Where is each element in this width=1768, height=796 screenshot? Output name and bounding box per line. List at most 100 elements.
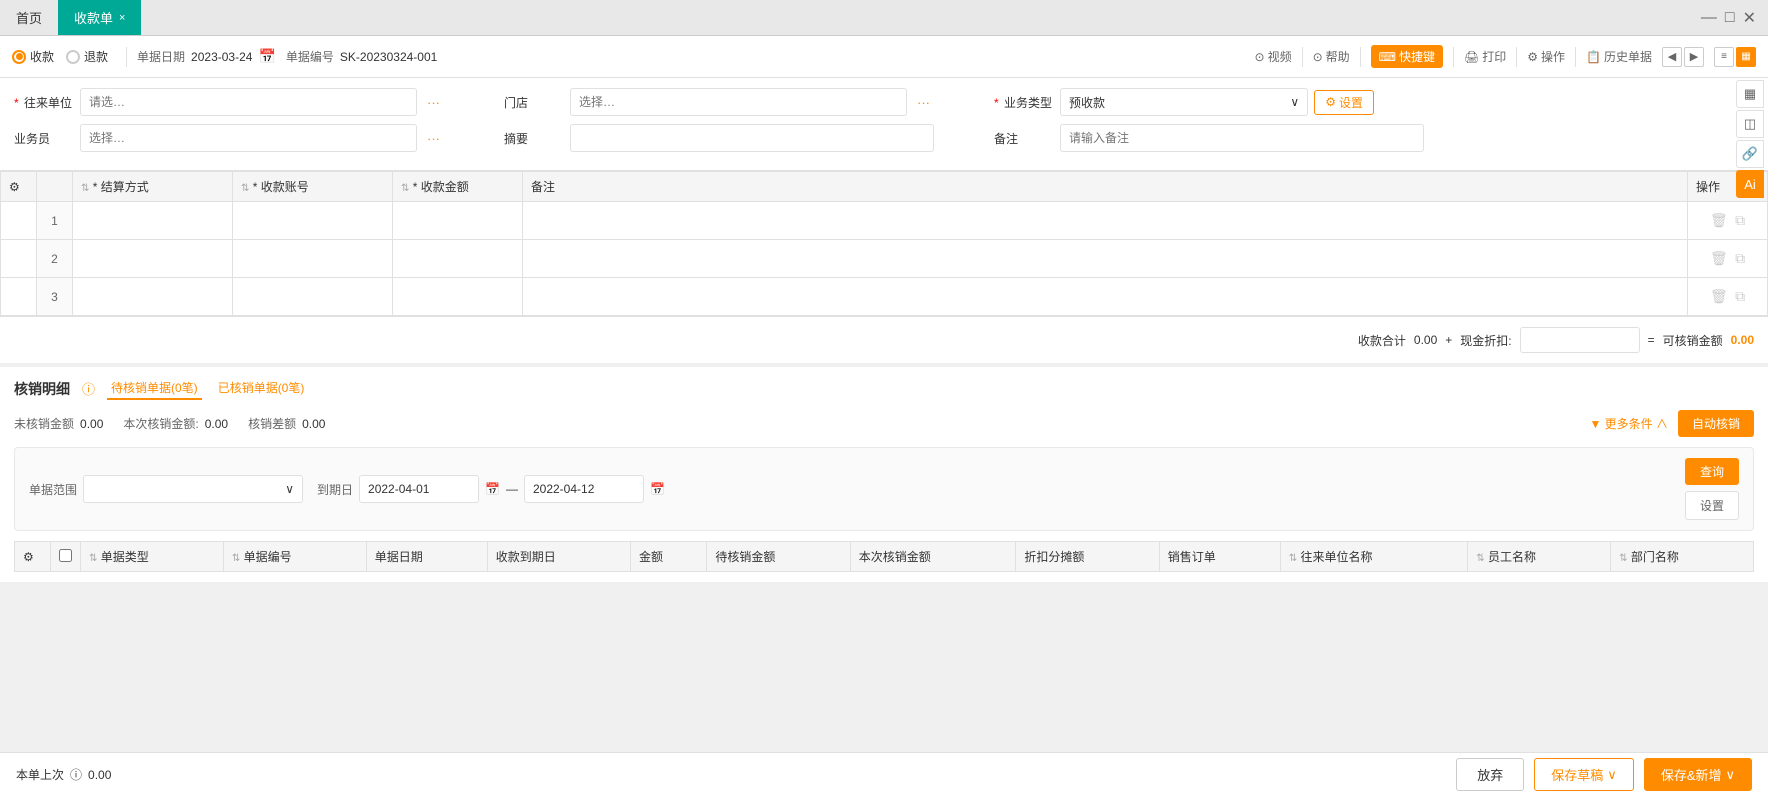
maximize-icon[interactable]: □ xyxy=(1725,9,1735,27)
radio-tuikuan[interactable]: 退款 xyxy=(66,48,108,65)
tab-done[interactable]: 已核销单据(0笔) xyxy=(214,377,309,400)
right-panel-btn-4[interactable]: Ai xyxy=(1736,170,1764,198)
sort-jsfangshi[interactable]: ⇅ xyxy=(81,183,89,194)
row3-delete-icon[interactable]: 🗑 xyxy=(1710,288,1728,304)
wanglai-input[interactable] xyxy=(80,88,417,116)
close-icon[interactable]: ✕ xyxy=(1743,8,1756,28)
yewu-label: * 业务类型 xyxy=(994,94,1054,111)
required-mark: * xyxy=(14,96,19,110)
yewuyuan-input[interactable] xyxy=(80,124,417,152)
toolbar-divider-6 xyxy=(1575,47,1576,67)
right-panel-btn-2[interactable]: ◫ xyxy=(1736,110,1764,138)
stat-benci: 本次核销金额: 0.00 xyxy=(123,415,228,432)
row3-beizhu[interactable] xyxy=(523,278,1688,316)
row2-beizhu[interactable] xyxy=(523,240,1688,278)
footer-info-icon[interactable]: ⓘ xyxy=(70,766,82,783)
sort-amount[interactable]: ⇅ xyxy=(401,183,409,194)
lishi-label: 历史单据 xyxy=(1604,48,1652,65)
date-from-input[interactable] xyxy=(359,475,479,503)
bt-col-xiaoshou: 销售订单 xyxy=(1159,542,1280,572)
bumen-label: 部门名称 xyxy=(1631,550,1679,564)
row3-jsfangshi[interactable] xyxy=(73,278,233,316)
fanwei-select[interactable]: ∨ xyxy=(83,475,303,503)
bt-col-settings[interactable]: ⚙ xyxy=(15,542,51,572)
query-btn[interactable]: 查询 xyxy=(1685,458,1739,485)
calendar-to-icon[interactable]: 📅 xyxy=(650,482,665,496)
action-lishi[interactable]: 📋 历史单据 xyxy=(1586,48,1652,65)
save-new-button[interactable]: 保存&新增 ∨ xyxy=(1644,758,1752,791)
data-table: ⚙ ⇅ * 结算方式 ⇅ * 收款账号 ⇅ * 收款金额 xyxy=(0,171,1768,316)
radio-shoukuan[interactable]: 收款 xyxy=(12,48,54,65)
minimize-icon[interactable]: — xyxy=(1701,9,1717,27)
discard-button[interactable]: 放弃 xyxy=(1456,758,1524,791)
tab-home[interactable]: 首页 xyxy=(0,0,58,35)
yewu-select[interactable]: 预收款 ∨ xyxy=(1060,88,1308,116)
yewuyuan-more-btn[interactable]: ··· xyxy=(423,131,444,146)
nav-next[interactable]: ▶ xyxy=(1684,47,1704,67)
jsfangshi-label: * 结算方式 xyxy=(93,180,149,194)
row2-jsfangshi[interactable] xyxy=(73,240,233,278)
view-grid-icon[interactable]: ▦ xyxy=(1736,47,1756,67)
kuaijian-button[interactable]: ⌨ 快捷键 xyxy=(1371,45,1443,68)
date-calendar-icon[interactable]: 📅 xyxy=(258,48,275,65)
more-filter-btn[interactable]: ▼ 更多条件 ∧ xyxy=(1589,415,1668,432)
row1-beizhu[interactable] xyxy=(523,202,1688,240)
bt-col-yuangong: ⇅ 员工名称 xyxy=(1468,542,1611,572)
row1-delete-icon[interactable]: 🗑 xyxy=(1710,212,1728,228)
date-to-input[interactable] xyxy=(524,475,644,503)
row1-shoukuanzhang[interactable] xyxy=(233,202,393,240)
bt-col-checkbox[interactable] xyxy=(51,542,81,572)
form-row-1: * 往来单位 ··· 门店 ··· * 业务类型 预收款 ∨ xyxy=(14,88,1754,116)
nav-prev[interactable]: ◀ xyxy=(1662,47,1682,67)
beizhu-input[interactable] xyxy=(1060,124,1424,152)
col-jsfangshi-header: ⇅ * 结算方式 xyxy=(73,172,233,202)
mendian-more-btn[interactable]: ··· xyxy=(913,95,934,110)
action-help[interactable]: ⊙ 帮助 xyxy=(1313,48,1350,65)
row2-shoukuanzhang[interactable] xyxy=(233,240,393,278)
row1-amount[interactable] xyxy=(393,202,523,240)
kehe-value: 0.00 xyxy=(1731,333,1754,347)
save-draft-label: 保存草稿 xyxy=(1551,765,1603,784)
row3-shoukuanzhang[interactable] xyxy=(233,278,393,316)
col-settings-header[interactable]: ⚙ xyxy=(1,172,37,202)
row2-copy-icon[interactable]: ⧉ xyxy=(1735,250,1745,266)
row3-copy-icon[interactable]: ⧉ xyxy=(1735,288,1745,304)
xianjian-input[interactable] xyxy=(1520,327,1640,353)
bt-col-jine: 金额 xyxy=(631,542,707,572)
mendian-label: 门店 xyxy=(504,94,564,111)
settings-btn-form[interactable]: ⚙ 设置 xyxy=(1314,90,1374,115)
bt-col-zhekou: 折扣分摊额 xyxy=(1016,542,1159,572)
hexiao-settings-btn[interactable]: 设置 xyxy=(1685,491,1739,520)
tab-bar: 首页 收款单 × — □ ✕ xyxy=(0,0,1768,36)
view-list-icon[interactable]: ≡ xyxy=(1714,47,1734,67)
benci-value: 0.00 xyxy=(205,417,228,431)
zhaiyao-input[interactable] xyxy=(570,124,934,152)
mendian-input[interactable] xyxy=(570,88,907,116)
tab-active[interactable]: 收款单 × xyxy=(58,0,141,35)
row1-jsfangshi[interactable] xyxy=(73,202,233,240)
row2-num: 2 xyxy=(37,240,73,278)
tab-close-icon[interactable]: × xyxy=(119,12,125,24)
video-icon: ⊙ xyxy=(1255,50,1265,64)
right-panel-btn-1[interactable]: ▦ xyxy=(1736,80,1764,108)
wanglai-more-btn[interactable]: ··· xyxy=(423,95,444,110)
row2-delete-icon[interactable]: 🗑 xyxy=(1710,250,1728,266)
row1-copy-icon[interactable]: ⧉ xyxy=(1735,212,1745,228)
right-panel-btn-3[interactable]: 🔗 xyxy=(1736,140,1764,168)
hexiao-info-icon[interactable]: ⓘ xyxy=(82,379,95,398)
amount-label: * 收款金额 xyxy=(413,180,469,194)
bt-select-all-checkbox[interactable] xyxy=(59,549,72,562)
auto-hexiao-btn[interactable]: 自动核销 xyxy=(1678,410,1754,437)
calendar-from-icon[interactable]: 📅 xyxy=(485,482,500,496)
bt-col-danju-bianhao: ⇅ 单据编号 xyxy=(223,542,366,572)
tab-pending[interactable]: 待核销单据(0笔) xyxy=(107,377,202,400)
sort-shoukuan[interactable]: ⇅ xyxy=(241,183,249,194)
action-dayin[interactable]: 🖨 打印 xyxy=(1464,48,1506,65)
shoukuan-daojiri-label: 收款到期日 xyxy=(496,550,556,564)
action-caozuo[interactable]: ⚙ 操作 xyxy=(1527,48,1565,65)
table-row: 2 🗑 ⧉ xyxy=(1,240,1768,278)
row3-amount[interactable] xyxy=(393,278,523,316)
action-video[interactable]: ⊙ 视频 xyxy=(1255,48,1292,65)
save-draft-button[interactable]: 保存草稿 ∨ xyxy=(1534,758,1634,791)
row2-amount[interactable] xyxy=(393,240,523,278)
